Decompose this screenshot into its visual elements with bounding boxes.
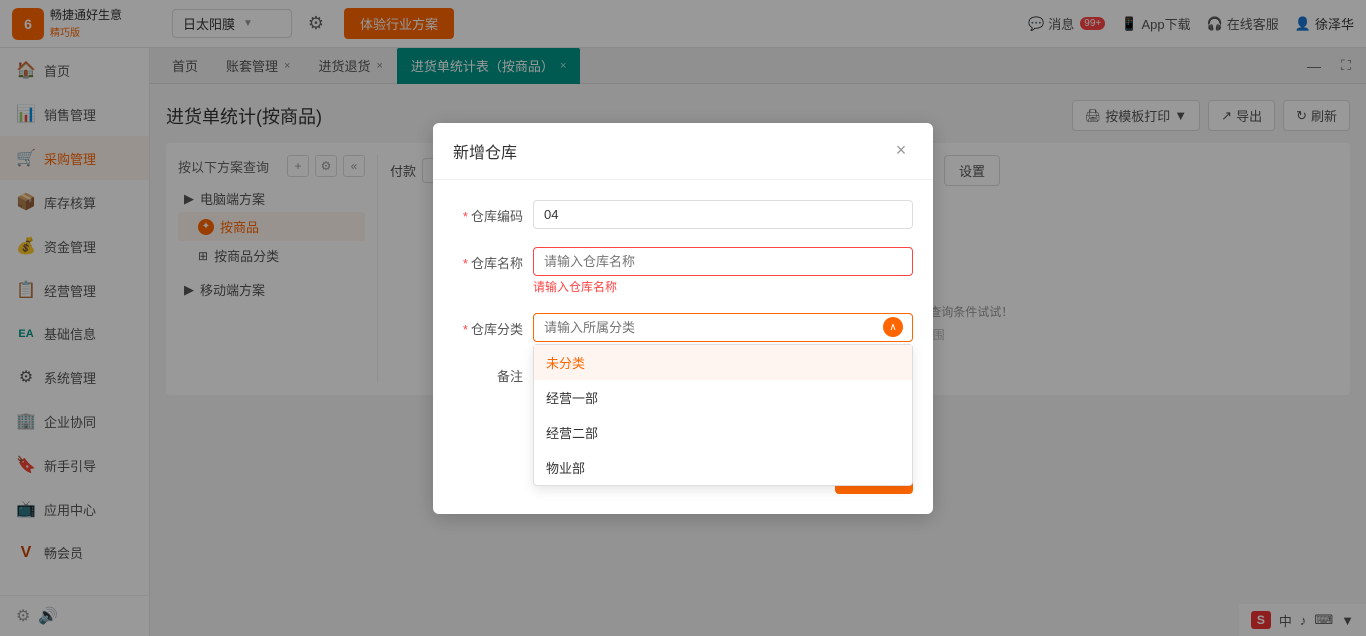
category-input-wrap: ∧ 未分类 经营一部 经营二部 物业部 (533, 313, 913, 342)
category-dropdown: 未分类 经营一部 经营二部 物业部 (533, 344, 913, 486)
modal-body: 仓库编码 仓库名称 请输入仓库名称 仓库分类 ∧ (433, 180, 933, 461)
modal-overlay: 新增仓库 × 仓库编码 仓库名称 请输入仓库名称 (0, 0, 1366, 636)
dropdown-item-dept1[interactable]: 经营一部 (534, 380, 912, 415)
code-label: 仓库编码 (453, 200, 533, 225)
name-input-wrap: 请输入仓库名称 (533, 247, 913, 295)
dropdown-item-property[interactable]: 物业部 (534, 450, 912, 485)
dropdown-item-dept2[interactable]: 经营二部 (534, 415, 912, 450)
form-row-code: 仓库编码 (453, 200, 913, 229)
name-input[interactable] (533, 247, 913, 276)
dropdown-item-none[interactable]: 未分类 (534, 345, 912, 380)
modal-dialog: 新增仓库 × 仓库编码 仓库名称 请输入仓库名称 (433, 123, 933, 514)
modal-header: 新增仓库 × (433, 123, 933, 180)
name-label: 仓库名称 (453, 247, 533, 272)
category-arrow-icon[interactable]: ∧ (883, 317, 903, 337)
category-input[interactable] (533, 313, 913, 342)
category-select-wrap: ∧ (533, 313, 913, 342)
code-input-wrap (533, 200, 913, 229)
modal-close-button[interactable]: × (889, 139, 913, 163)
name-error-msg: 请输入仓库名称 (533, 278, 913, 295)
note-label: 备注 (453, 360, 533, 385)
modal-title: 新增仓库 (453, 139, 517, 163)
code-input[interactable] (533, 200, 913, 229)
category-label: 仓库分类 (453, 313, 533, 338)
form-row-category: 仓库分类 ∧ 未分类 经营一部 经营二部 物业部 (453, 313, 913, 342)
form-row-name: 仓库名称 请输入仓库名称 (453, 247, 913, 295)
